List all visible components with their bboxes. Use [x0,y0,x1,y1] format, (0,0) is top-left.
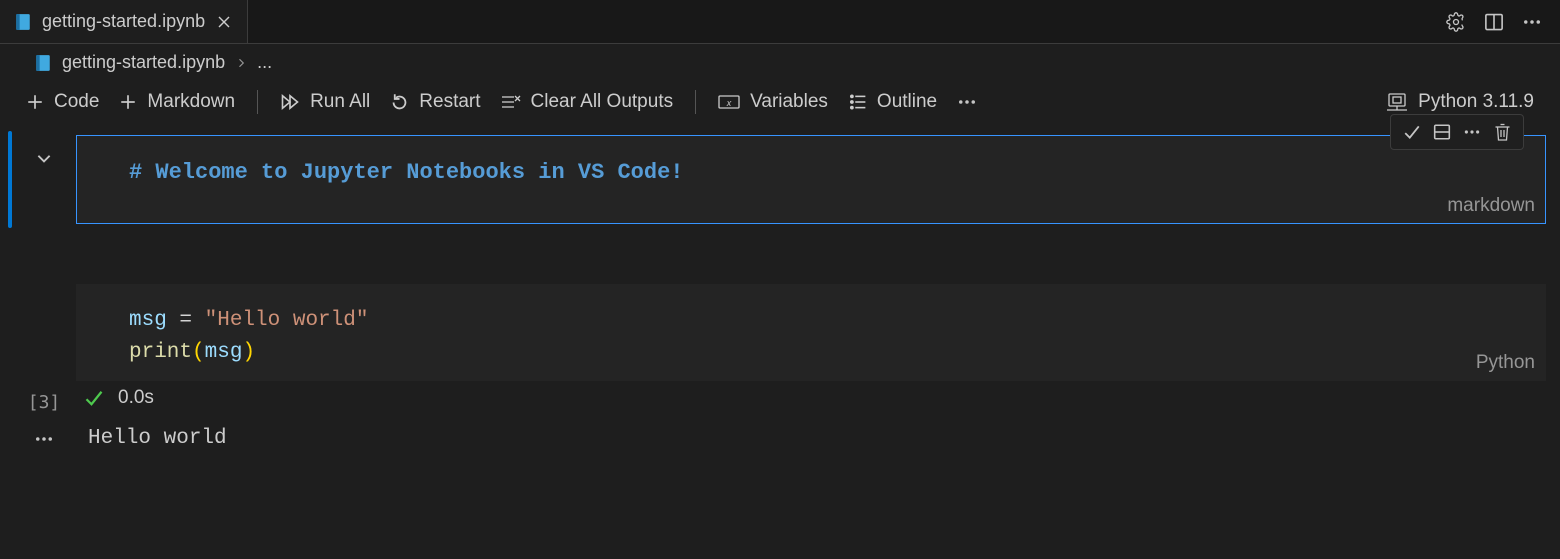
code-editor-box[interactable]: msg = "Hello world" print(msg) Python [76,284,1546,381]
variables-button[interactable]: x Variables [710,87,836,117]
separator [257,90,258,114]
breadcrumb[interactable]: getting-started.ipynb ... [0,44,1560,81]
cell-status-bar: 0.0s [76,381,1546,415]
toolbar-more-button[interactable] [949,88,985,116]
cell-language-label[interactable]: markdown [1447,195,1535,217]
kernel-picker-button[interactable]: Python 3.11.9 [1378,87,1542,117]
markdown-editor-box[interactable]: # Welcome to Jupyter Notebooks in VS Cod… [76,135,1546,224]
separator [695,90,696,114]
code-line: msg = "Hello world" [129,305,1515,338]
notebook-icon [34,54,52,72]
gear-icon[interactable] [1446,12,1466,32]
cell-toolbar [1390,114,1524,150]
more-icon[interactable] [34,429,54,449]
add-markdown-button[interactable]: Markdown [111,87,243,117]
variables-label: Variables [750,91,828,113]
close-icon[interactable] [215,13,233,31]
execution-count: [3] [28,392,61,413]
markdown-cell[interactable]: # Welcome to Jupyter Notebooks in VS Cod… [8,131,1546,228]
more-icon[interactable] [1461,121,1483,143]
tab-title: getting-started.ipynb [42,11,205,32]
split-cell-icon[interactable] [1431,121,1453,143]
execution-duration: 0.0s [118,387,154,409]
outline-button[interactable]: Outline [840,87,945,117]
breadcrumb-file: getting-started.ipynb [62,52,225,73]
code-source[interactable]: msg = "Hello world" print(msg) [129,305,1515,370]
check-icon[interactable] [1401,121,1423,143]
editor-actions [1446,12,1560,32]
run-all-label: Run All [310,91,370,113]
svg-text:x: x [726,98,732,108]
editor-tab[interactable]: getting-started.ipynb [0,0,248,43]
editor-area: getting-started.ipynb ... Code Markdown … [0,44,1560,559]
notebook-icon [14,13,32,31]
add-code-label: Code [54,91,99,113]
markdown-hash: # [129,160,142,185]
add-code-button[interactable]: Code [18,87,107,117]
add-markdown-label: Markdown [147,91,235,113]
markdown-text: Welcome to Jupyter Notebooks in VS Code! [142,160,683,185]
cell-output: Hello world [8,423,1546,450]
outline-label: Outline [877,91,937,113]
split-editor-icon[interactable] [1484,12,1504,32]
code-line: print(msg) [129,337,1515,370]
notebook-toolbar: Code Markdown Run All Restart Clear All … [0,81,1560,131]
clear-outputs-label: Clear All Outputs [531,91,674,113]
breadcrumb-rest: ... [257,52,272,73]
tab-bar: getting-started.ipynb [0,0,1560,44]
success-check-icon [84,388,104,408]
cell-language-label[interactable]: Python [1476,352,1535,374]
notebook-cells: # Welcome to Jupyter Notebooks in VS Cod… [0,131,1560,450]
clear-outputs-button[interactable]: Clear All Outputs [493,87,682,117]
kernel-label: Python 3.11.9 [1418,91,1534,113]
markdown-source[interactable]: # Welcome to Jupyter Notebooks in VS Cod… [129,158,1515,189]
chevron-down-icon[interactable] [35,141,53,167]
more-icon[interactable] [1522,12,1542,32]
run-all-button[interactable]: Run All [272,87,378,117]
restart-button[interactable]: Restart [382,87,488,117]
restart-label: Restart [419,91,480,113]
output-text[interactable]: Hello world [76,423,227,450]
code-cell[interactable]: [3] msg = "Hello world" print(msg) Pytho… [8,280,1546,419]
trash-icon[interactable] [1491,121,1513,143]
chevron-right-icon [235,57,247,69]
